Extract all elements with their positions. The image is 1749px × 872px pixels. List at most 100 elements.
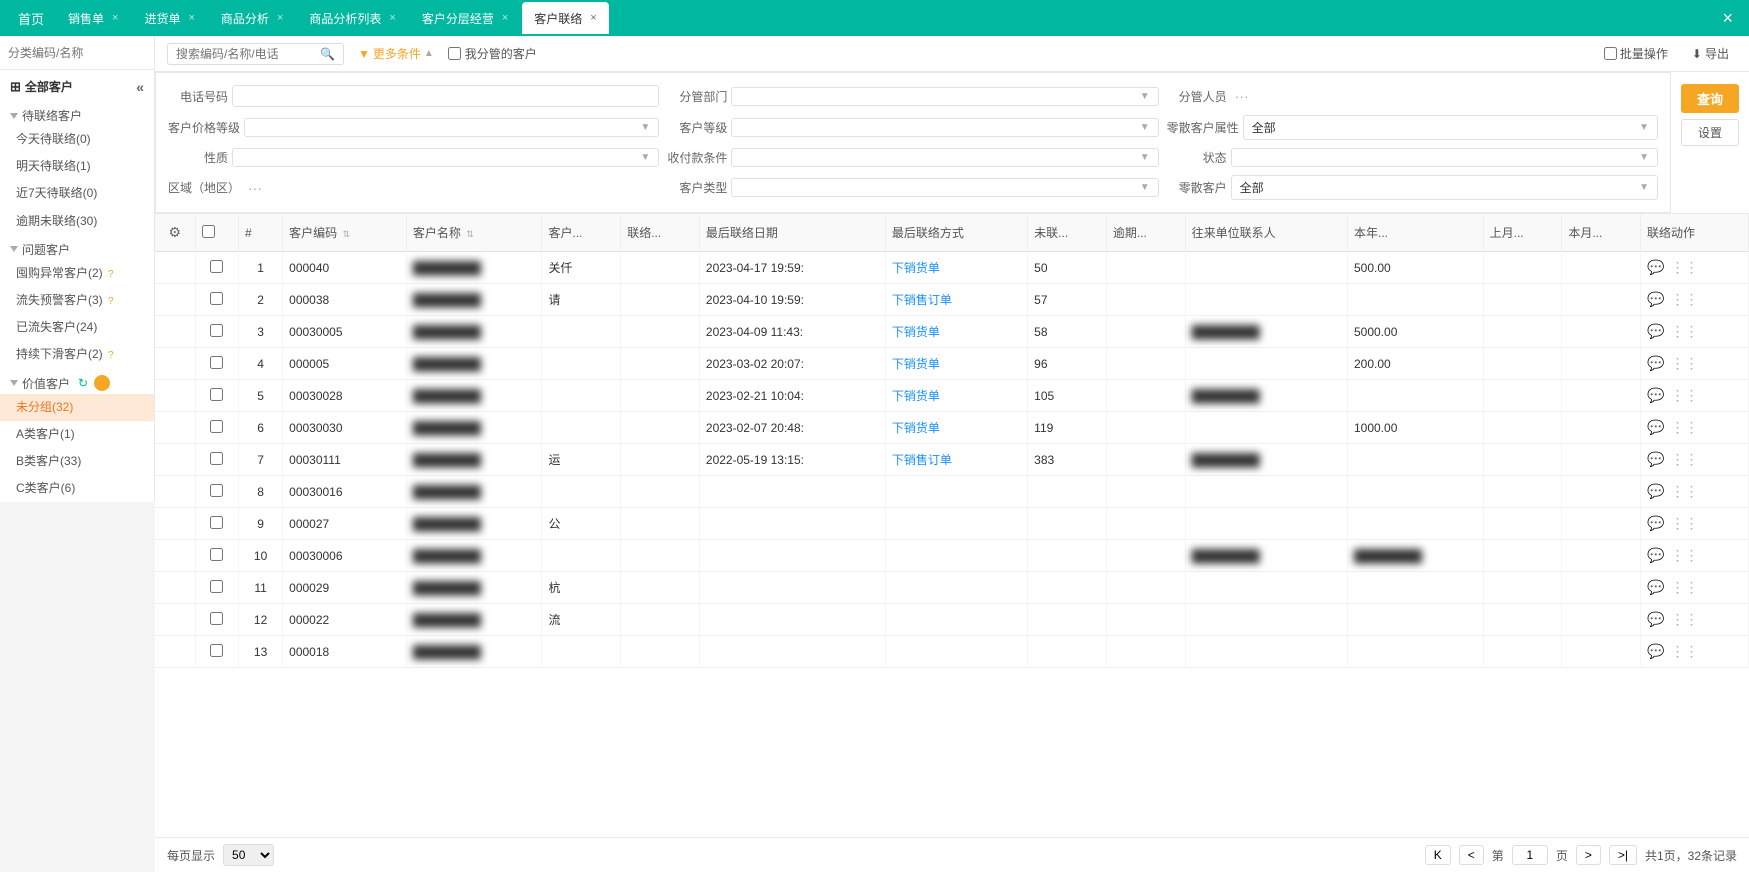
reset-button[interactable]: 设置 [1681, 119, 1739, 146]
last-page-button[interactable]: >| [1609, 845, 1637, 865]
sidebar-collapse-icon[interactable]: « [136, 79, 144, 95]
chat-icon[interactable]: 💬 [1647, 483, 1664, 500]
sidebar-item-7days-pending[interactable]: 近7天待联络(0) [0, 180, 154, 207]
chat-icon[interactable]: 💬 [1647, 611, 1664, 628]
close-purchase-tab-icon[interactable]: × [188, 12, 194, 24]
per-page-select[interactable]: 50 100 200 [223, 844, 274, 866]
row-check-cell[interactable] [195, 508, 239, 540]
row-checkbox[interactable] [210, 548, 223, 561]
chat-icon[interactable]: 💬 [1647, 259, 1664, 276]
close-analysis-list-tab-icon[interactable]: × [389, 12, 395, 24]
grid-action-icon[interactable]: ⋮⋮ [1670, 515, 1698, 532]
sidebar-item-ungroup[interactable]: 未分组(32) [0, 394, 154, 421]
close-customer-layer-tab-icon[interactable]: × [502, 12, 508, 24]
chat-icon[interactable]: 💬 [1647, 323, 1664, 340]
filter-dept-select[interactable]: ▼ [731, 87, 1158, 106]
pending-group-arrow[interactable] [10, 113, 18, 119]
grid-action-icon[interactable]: ⋮⋮ [1670, 259, 1698, 276]
grid-action-icon[interactable]: ⋮⋮ [1670, 483, 1698, 500]
row-checkbox[interactable] [210, 260, 223, 273]
filter-region-ellipsis[interactable]: ··· [248, 180, 262, 196]
last-contact-way-link[interactable]: 下销货单 [892, 389, 940, 403]
query-button[interactable]: 查询 [1681, 84, 1739, 113]
row-checkbox[interactable] [210, 420, 223, 433]
row-checkbox[interactable] [210, 292, 223, 305]
close-sales-tab-icon[interactable]: × [112, 12, 118, 24]
last-contact-way-link[interactable]: 下销货单 [892, 261, 940, 275]
sidebar-item-churn-warning[interactable]: 流失预警客户(3) ? [0, 287, 154, 314]
sidebar-item-today-pending[interactable]: 今天待联络(0) [0, 126, 154, 153]
column-settings-button[interactable]: ⚙ [166, 222, 183, 243]
grid-action-icon[interactable]: ⋮⋮ [1670, 643, 1698, 660]
grid-action-icon[interactable]: ⋮⋮ [1670, 611, 1698, 628]
row-checkbox[interactable] [210, 516, 223, 529]
more-filter-button[interactable]: ▼ 更多条件 ▲ [352, 42, 440, 65]
problem-group-arrow[interactable] [10, 246, 18, 252]
filter-customer-type-select[interactable]: ▼ [731, 178, 1158, 197]
next-page-button[interactable]: > [1576, 845, 1601, 865]
filter-phone-input[interactable] [232, 85, 659, 107]
chat-icon[interactable]: 💬 [1647, 419, 1664, 436]
sidebar-item-class-b[interactable]: B类客户(33) [0, 448, 154, 475]
row-check-cell[interactable] [195, 284, 239, 316]
row-check-cell[interactable] [195, 476, 239, 508]
chat-icon[interactable]: 💬 [1647, 355, 1664, 372]
row-check-cell[interactable] [195, 572, 239, 604]
page-input[interactable] [1512, 845, 1548, 865]
grid-action-icon[interactable]: ⋮⋮ [1670, 579, 1698, 596]
row-checkbox[interactable] [210, 324, 223, 337]
nav-tab-purchase[interactable]: 进货单 × [132, 2, 206, 34]
sidebar-all-customers[interactable]: ⊞ 全部客户 « [0, 70, 154, 101]
row-checkbox[interactable] [210, 484, 223, 497]
filter-scatter-attr-select[interactable]: 全部 ▼ [1243, 115, 1658, 140]
nav-home[interactable]: 首页 [8, 5, 54, 32]
chat-icon[interactable]: 💬 [1647, 291, 1664, 308]
chat-icon[interactable]: 💬 [1647, 515, 1664, 532]
sidebar-item-abnormal-stock[interactable]: 囤购异常客户(2) ? [0, 260, 154, 287]
last-contact-way-link[interactable]: 下销售订单 [892, 453, 952, 467]
filter-person-ellipsis[interactable]: ··· [1235, 88, 1249, 104]
main-search-input[interactable] [176, 47, 316, 61]
export-button[interactable]: ⬇ 导出 [1684, 42, 1737, 65]
batch-op-button[interactable]: 批量操作 [1596, 42, 1676, 65]
prev-page-button[interactable]: < [1459, 845, 1484, 865]
sidebar-search-input[interactable] [8, 46, 155, 60]
row-check-cell[interactable] [195, 252, 239, 284]
chat-icon[interactable]: 💬 [1647, 547, 1664, 564]
row-check-cell[interactable] [195, 412, 239, 444]
row-checkbox[interactable] [210, 644, 223, 657]
grid-action-icon[interactable]: ⋮⋮ [1670, 547, 1698, 564]
filter-scatter-customer-select[interactable]: 全部 ▼ [1231, 175, 1658, 200]
batch-op-checkbox[interactable] [1604, 47, 1617, 60]
nav-tab-analysis-list[interactable]: 商品分析列表 × [297, 2, 407, 34]
sidebar-item-declining[interactable]: 持续下滑客户(2) ? [0, 341, 154, 368]
chat-icon[interactable]: 💬 [1647, 451, 1664, 468]
sidebar-item-class-a[interactable]: A类客户(1) [0, 421, 154, 448]
score-group-arrow[interactable] [10, 380, 18, 386]
grid-action-icon[interactable]: ⋮⋮ [1670, 355, 1698, 372]
my-customer-checkbox[interactable] [448, 47, 461, 60]
window-close-button[interactable]: × [1714, 8, 1741, 29]
close-customer-contact-tab-icon[interactable]: × [590, 12, 596, 24]
row-check-cell[interactable] [195, 316, 239, 348]
filter-payment-select[interactable]: ▼ [731, 148, 1158, 167]
row-check-cell[interactable] [195, 604, 239, 636]
grid-action-icon[interactable]: ⋮⋮ [1670, 419, 1698, 436]
row-checkbox[interactable] [210, 452, 223, 465]
row-check-cell[interactable] [195, 348, 239, 380]
row-check-cell[interactable] [195, 380, 239, 412]
grid-action-icon[interactable]: ⋮⋮ [1670, 387, 1698, 404]
row-check-cell[interactable] [195, 444, 239, 476]
filter-price-level-select[interactable]: ▼ [244, 118, 659, 137]
row-check-cell[interactable] [195, 636, 239, 668]
chat-icon[interactable]: 💬 [1647, 579, 1664, 596]
select-all-checkbox[interactable] [202, 225, 215, 238]
last-contact-way-link[interactable]: 下销货单 [892, 421, 940, 435]
refresh-icon[interactable]: ↻ [78, 376, 88, 390]
close-analysis-tab-icon[interactable]: × [277, 12, 283, 24]
grid-action-icon[interactable]: ⋮⋮ [1670, 323, 1698, 340]
sidebar-item-overdue-pending[interactable]: 逾期未联络(30) [0, 208, 154, 235]
sidebar-item-class-c[interactable]: C类客户(6) [0, 475, 154, 502]
chat-icon[interactable]: 💬 [1647, 643, 1664, 660]
last-contact-way-link[interactable]: 下销货单 [892, 357, 940, 371]
